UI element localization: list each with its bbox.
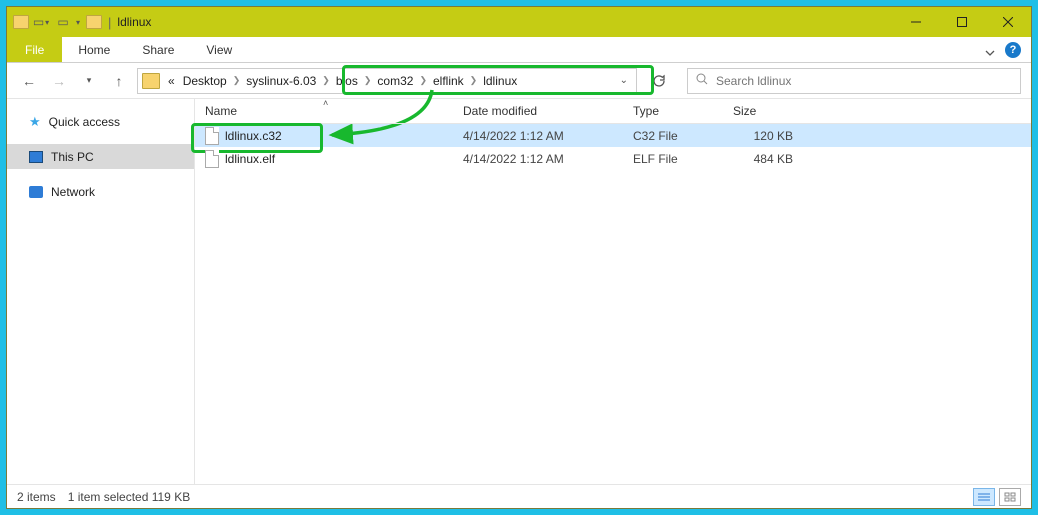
maximize-button[interactable] xyxy=(939,7,985,37)
maximize-icon xyxy=(957,17,967,27)
nav-quick-access[interactable]: ★ Quick access xyxy=(7,109,194,134)
column-date[interactable]: Date modified xyxy=(453,104,623,118)
title-separator: | xyxy=(108,15,111,30)
column-type[interactable]: Type xyxy=(623,104,723,118)
history-dropdown-icon[interactable]: ⌄ xyxy=(620,75,628,86)
status-count: 2 items xyxy=(17,490,56,504)
network-icon xyxy=(29,186,43,198)
file-size: 120 KB xyxy=(723,129,823,143)
close-icon xyxy=(1003,17,1013,27)
nav-label: Quick access xyxy=(49,115,120,129)
titlebar: ▭▾ ▭ ▾ | ldlinux xyxy=(7,7,1031,37)
search-box[interactable] xyxy=(687,68,1021,94)
tab-share[interactable]: Share xyxy=(126,37,190,62)
qat-dropdown-icon[interactable]: ▾ xyxy=(76,18,80,27)
recent-locations-button[interactable]: ▾ xyxy=(77,69,101,93)
breadcrumb-item[interactable]: bios xyxy=(332,69,362,93)
chevron-right-icon[interactable]: ❯ xyxy=(362,75,374,86)
forward-button[interactable]: → xyxy=(47,69,71,93)
file-row[interactable]: ldlinux.c32 4/14/2022 1:12 AM C32 File 1… xyxy=(195,124,1031,147)
nav-network[interactable]: Network xyxy=(7,179,194,204)
back-button[interactable]: ← xyxy=(17,69,41,93)
file-type: C32 File xyxy=(623,129,723,143)
breadcrumb-item[interactable]: com32 xyxy=(373,69,417,93)
breadcrumb-item[interactable]: Desktop xyxy=(179,69,231,93)
file-size: 484 KB xyxy=(723,152,823,166)
explorer-window: ▭▾ ▭ ▾ | ldlinux File Home Share View xyxy=(6,6,1032,509)
body: ★ Quick access This PC Network ˄ Name Da… xyxy=(7,99,1031,484)
star-icon: ★ xyxy=(29,114,41,130)
chevron-right-icon[interactable]: ❯ xyxy=(417,75,429,86)
file-date: 4/14/2022 1:12 AM xyxy=(453,152,623,166)
file-type: ELF File xyxy=(623,152,723,166)
nav-label: Network xyxy=(51,185,95,199)
refresh-icon xyxy=(652,74,666,88)
properties-icon[interactable]: ▭▾ xyxy=(31,12,51,32)
breadcrumb-item[interactable]: ldlinux xyxy=(479,69,521,93)
search-input[interactable] xyxy=(714,73,1012,89)
minimize-icon xyxy=(911,17,921,27)
breadcrumb-item[interactable]: syslinux-6.03 xyxy=(242,69,320,93)
file-icon xyxy=(205,150,219,168)
status-selection: 1 item selected 119 KB xyxy=(68,490,191,504)
help-button[interactable]: ? xyxy=(1005,42,1021,58)
file-date: 4/14/2022 1:12 AM xyxy=(453,129,623,143)
tab-home[interactable]: Home xyxy=(62,37,126,62)
nav-this-pc[interactable]: This PC xyxy=(7,144,194,169)
new-folder-icon[interactable]: ▭ xyxy=(53,12,73,32)
thumbnails-icon xyxy=(1004,492,1016,502)
breadcrumb-item[interactable]: elflink xyxy=(429,69,468,93)
up-button[interactable]: ↑ xyxy=(107,69,131,93)
window-folder-icon xyxy=(86,15,102,29)
chevron-right-icon[interactable]: ❯ xyxy=(468,75,480,86)
breadcrumb-overflow[interactable]: « xyxy=(164,69,179,93)
address-row: ← → ▾ ↑ « Desktop ❯ syslinux-6.03 ❯ bios… xyxy=(7,63,1031,99)
details-icon xyxy=(978,492,990,502)
column-size[interactable]: Size xyxy=(723,104,823,118)
search-icon xyxy=(696,73,708,88)
minimize-button[interactable] xyxy=(893,7,939,37)
pc-icon xyxy=(29,151,43,163)
folder-icon[interactable] xyxy=(13,15,29,29)
ribbon-collapse-icon[interactable] xyxy=(985,45,995,55)
view-thumbnails-button[interactable] xyxy=(999,488,1021,506)
ribbon-tabs: File Home Share View ? xyxy=(7,37,1031,63)
view-details-button[interactable] xyxy=(973,488,995,506)
breadcrumb[interactable]: « Desktop ❯ syslinux-6.03 ❯ bios ❯ com32… xyxy=(137,68,637,94)
window-title: ldlinux xyxy=(117,15,151,29)
file-list: ˄ Name Date modified Type Size ldlinux.c… xyxy=(195,99,1031,484)
folder-icon xyxy=(142,73,160,89)
file-name: ldlinux.c32 xyxy=(225,129,282,143)
chevron-right-icon[interactable]: ❯ xyxy=(320,75,332,86)
file-name: ldlinux.elf xyxy=(225,152,275,166)
status-bar: 2 items 1 item selected 119 KB xyxy=(7,484,1031,508)
file-row[interactable]: ldlinux.elf 4/14/2022 1:12 AM ELF File 4… xyxy=(195,147,1031,170)
quick-access-toolbar: ▭▾ ▭ ▾ xyxy=(13,12,80,32)
navigation-pane: ★ Quick access This PC Network xyxy=(7,99,195,484)
close-button[interactable] xyxy=(985,7,1031,37)
column-headers: ˄ Name Date modified Type Size xyxy=(195,99,1031,124)
tab-view[interactable]: View xyxy=(190,37,248,62)
file-icon xyxy=(205,127,219,145)
nav-label: This PC xyxy=(51,150,94,164)
chevron-right-icon[interactable]: ❯ xyxy=(231,75,243,86)
tab-file[interactable]: File xyxy=(7,37,62,62)
refresh-button[interactable] xyxy=(647,69,671,93)
sort-indicator-icon: ˄ xyxy=(323,98,328,108)
